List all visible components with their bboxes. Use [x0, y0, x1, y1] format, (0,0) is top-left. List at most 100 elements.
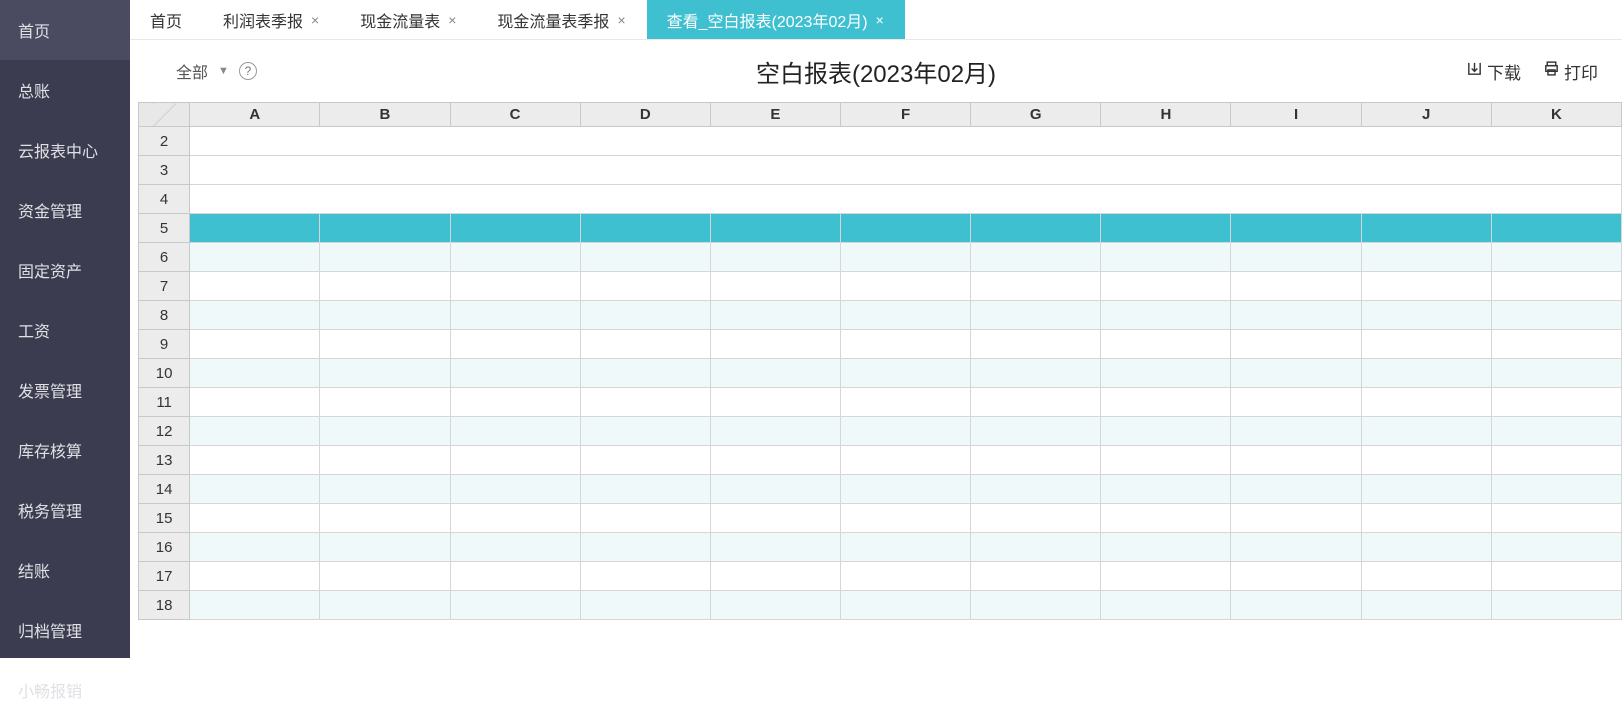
cell[interactable] — [320, 446, 450, 475]
tab-2[interactable]: 现金流量表× — [340, 0, 477, 39]
cell[interactable] — [320, 359, 450, 388]
cell[interactable] — [1231, 562, 1361, 591]
cell[interactable] — [1361, 417, 1491, 446]
cell[interactable] — [580, 330, 710, 359]
row-header-14[interactable]: 14 — [139, 475, 190, 504]
cell[interactable] — [450, 533, 580, 562]
cell[interactable] — [971, 591, 1101, 620]
cell[interactable] — [320, 301, 450, 330]
cell[interactable] — [190, 359, 320, 388]
cell[interactable] — [971, 388, 1101, 417]
cell[interactable] — [840, 243, 970, 272]
cell[interactable] — [971, 533, 1101, 562]
cell[interactable] — [450, 475, 580, 504]
cell[interactable] — [840, 388, 970, 417]
row-header-7[interactable]: 7 — [139, 272, 190, 301]
row-header-9[interactable]: 9 — [139, 330, 190, 359]
cell[interactable] — [1361, 330, 1491, 359]
cell[interactable] — [580, 272, 710, 301]
cell[interactable] — [320, 388, 450, 417]
cell[interactable] — [1491, 214, 1621, 243]
cell[interactable] — [1491, 533, 1621, 562]
cell[interactable] — [190, 388, 320, 417]
cell[interactable] — [450, 301, 580, 330]
cell[interactable] — [840, 504, 970, 533]
cell[interactable] — [840, 417, 970, 446]
row-header-5[interactable]: 5 — [139, 214, 190, 243]
cell[interactable] — [450, 214, 580, 243]
cell[interactable] — [450, 272, 580, 301]
cell[interactable] — [450, 591, 580, 620]
cell[interactable] — [1231, 272, 1361, 301]
column-header-A[interactable]: A — [190, 103, 320, 127]
row-header-15[interactable]: 15 — [139, 504, 190, 533]
cell[interactable] — [1101, 214, 1231, 243]
cell[interactable] — [320, 272, 450, 301]
cell[interactable] — [450, 359, 580, 388]
cell[interactable] — [1491, 475, 1621, 504]
cell[interactable] — [971, 504, 1101, 533]
cell[interactable] — [190, 272, 320, 301]
row-header-3[interactable]: 3 — [139, 156, 190, 185]
cell[interactable] — [1101, 591, 1231, 620]
cell[interactable] — [710, 591, 840, 620]
cell[interactable] — [840, 562, 970, 591]
row-header-4[interactable]: 4 — [139, 185, 190, 214]
column-header-D[interactable]: D — [580, 103, 710, 127]
cell[interactable] — [840, 533, 970, 562]
cell[interactable] — [190, 562, 320, 591]
cell[interactable] — [450, 388, 580, 417]
cell[interactable] — [1231, 243, 1361, 272]
help-icon[interactable]: ? — [239, 62, 257, 80]
cell[interactable] — [190, 214, 320, 243]
cell[interactable] — [320, 475, 450, 504]
cell[interactable] — [710, 417, 840, 446]
cell[interactable] — [190, 504, 320, 533]
cell[interactable] — [190, 185, 1622, 214]
cell[interactable] — [710, 533, 840, 562]
cell[interactable] — [1361, 214, 1491, 243]
cell[interactable] — [971, 330, 1101, 359]
cell[interactable] — [1101, 330, 1231, 359]
download-button[interactable]: 下载 — [1466, 59, 1521, 84]
row-header-18[interactable]: 18 — [139, 591, 190, 620]
cell[interactable] — [840, 446, 970, 475]
cell[interactable] — [580, 359, 710, 388]
tab-3[interactable]: 现金流量表季报× — [477, 0, 646, 39]
cell[interactable] — [580, 214, 710, 243]
close-icon[interactable]: × — [448, 12, 456, 28]
cell[interactable] — [320, 417, 450, 446]
cell[interactable] — [840, 591, 970, 620]
cell[interactable] — [190, 301, 320, 330]
cell[interactable] — [1101, 533, 1231, 562]
cell[interactable] — [1101, 562, 1231, 591]
cell[interactable] — [971, 446, 1101, 475]
sidebar-item-6[interactable]: 发票管理 — [0, 360, 130, 420]
cell[interactable] — [1231, 214, 1361, 243]
cell[interactable] — [450, 330, 580, 359]
cell[interactable] — [1361, 243, 1491, 272]
sidebar-item-9[interactable]: 结账 — [0, 540, 130, 600]
column-header-B[interactable]: B — [320, 103, 450, 127]
cell[interactable] — [710, 446, 840, 475]
sidebar-item-5[interactable]: 工资 — [0, 300, 130, 360]
cell[interactable] — [320, 533, 450, 562]
cell[interactable] — [1491, 359, 1621, 388]
cell[interactable] — [580, 533, 710, 562]
cell[interactable] — [1101, 417, 1231, 446]
cell[interactable] — [971, 475, 1101, 504]
cell[interactable] — [971, 359, 1101, 388]
cell[interactable] — [190, 591, 320, 620]
cell[interactable] — [1361, 475, 1491, 504]
cell[interactable] — [1361, 301, 1491, 330]
cell[interactable] — [580, 301, 710, 330]
tab-0[interactable]: 首页 — [130, 0, 203, 39]
row-header-12[interactable]: 12 — [139, 417, 190, 446]
cell[interactable] — [1231, 446, 1361, 475]
sheet-corner[interactable] — [139, 103, 190, 127]
cell[interactable] — [190, 156, 1622, 185]
cell[interactable] — [1101, 475, 1231, 504]
cell[interactable] — [450, 243, 580, 272]
sidebar-item-2[interactable]: 云报表中心 — [0, 120, 130, 180]
cell[interactable] — [1231, 301, 1361, 330]
